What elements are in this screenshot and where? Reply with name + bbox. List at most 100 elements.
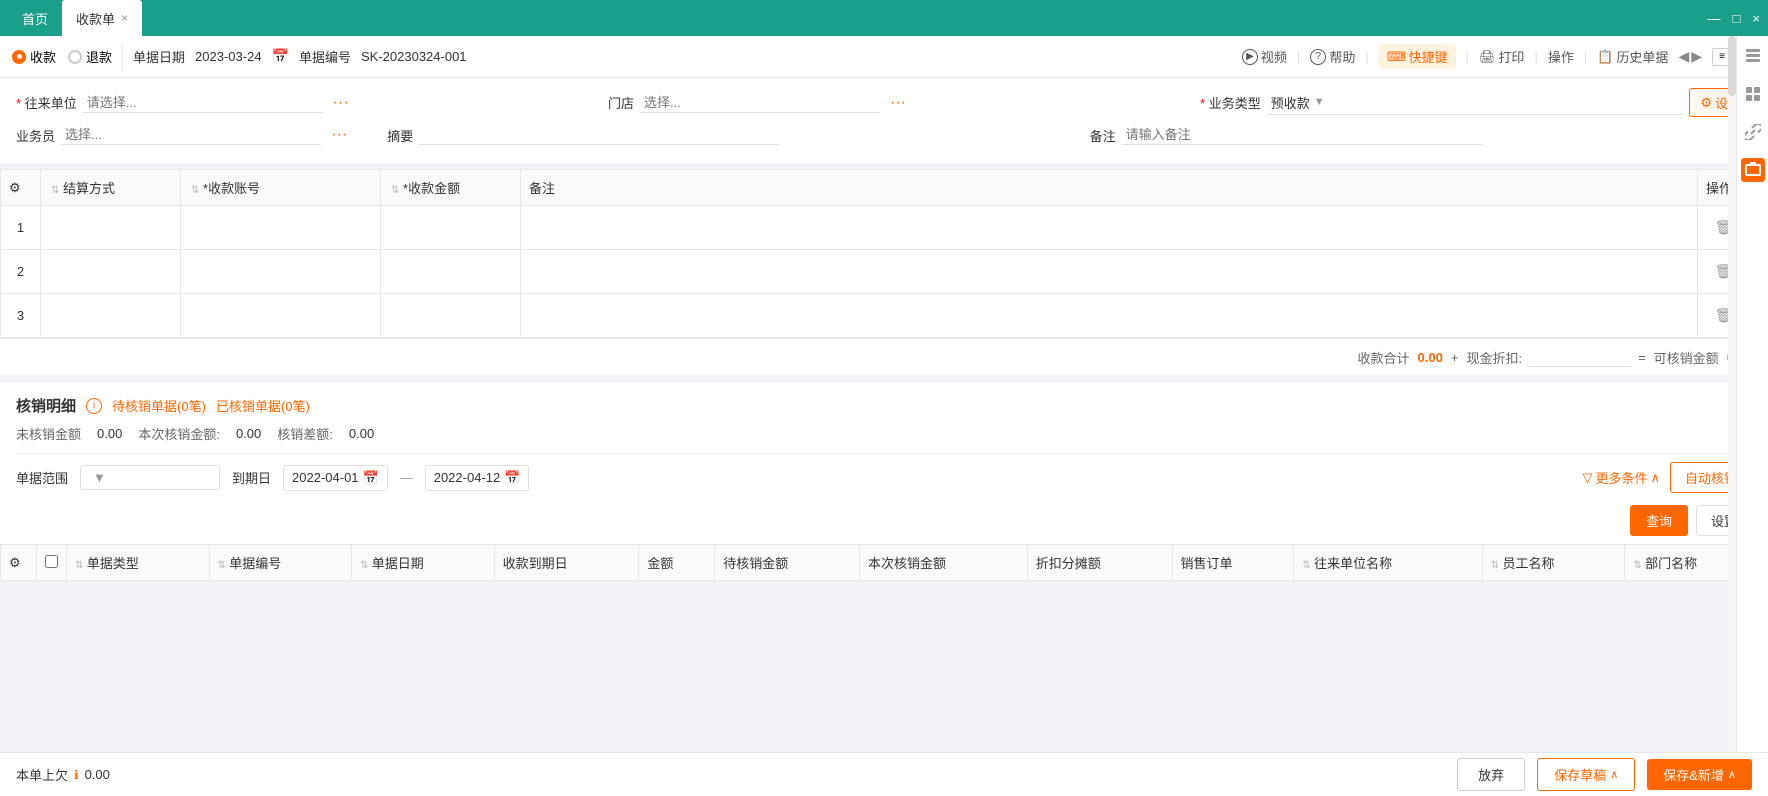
- row-3-payment[interactable]: [41, 294, 181, 338]
- row-3-remark[interactable]: [521, 294, 1698, 338]
- hexiao-done-tab[interactable]: 已核销单据(0笔): [216, 396, 310, 415]
- row-3-account[interactable]: [181, 294, 381, 338]
- row-2-amount[interactable]: [381, 250, 521, 294]
- nav-right-btn[interactable]: ▶: [1691, 48, 1702, 65]
- hexiao-pending-tab[interactable]: 待核销单据(0笔): [112, 396, 206, 415]
- discount-input[interactable]: [1530, 347, 1630, 367]
- row-1-payment[interactable]: [41, 206, 181, 250]
- calendar-icon[interactable]: 📅: [272, 48, 289, 65]
- query-btn[interactable]: 查询: [1630, 505, 1688, 536]
- print-label: 打印: [1498, 47, 1524, 66]
- sidebar-grid-icon[interactable]: [1741, 82, 1765, 106]
- tab-home[interactable]: 首页: [8, 0, 62, 36]
- row-2-remark[interactable]: [521, 250, 1698, 294]
- minimize-btn[interactable]: —: [1708, 11, 1721, 26]
- row-2-account[interactable]: [181, 250, 381, 294]
- print-btn[interactable]: 🖨 打印: [1479, 47, 1525, 66]
- payment-label: 结算方式: [63, 181, 115, 196]
- radio-receive-circle: [12, 50, 26, 64]
- video-btn[interactable]: ▶ 视频: [1242, 47, 1287, 66]
- row-3-amount[interactable]: [381, 294, 521, 338]
- sidebar-screen-icon[interactable]: [1741, 158, 1765, 182]
- toolbar-actions: ▶ 视频 | ? 帮助 | ⌨ 快捷键 | 🖨 打印 | 操作 | 📋 历史单据…: [1242, 44, 1756, 69]
- maximize-btn[interactable]: □: [1733, 11, 1741, 26]
- history-btn[interactable]: 📋 历史单据: [1597, 47, 1668, 66]
- scroll-thumb[interactable]: [1728, 36, 1736, 96]
- range-label: 单据范围: [16, 468, 68, 487]
- scrollbar[interactable]: [1728, 36, 1736, 752]
- toolbar: 收款 退款 单据日期 2023-03-24 📅 单据编号 SK-20230324…: [0, 36, 1768, 78]
- draft-btn[interactable]: 保存草稿 ∧: [1537, 758, 1635, 791]
- hexiao-info-icon[interactable]: i: [86, 398, 102, 414]
- nav-left-btn[interactable]: ◀: [1678, 48, 1689, 65]
- radio-receive[interactable]: 收款: [12, 47, 56, 66]
- history-label: 历史单据: [1616, 47, 1668, 66]
- salesman-field: 业务员 ···: [16, 125, 347, 145]
- sidebar-link-icon[interactable]: [1741, 120, 1765, 144]
- row-2-payment[interactable]: [41, 250, 181, 294]
- num-sort[interactable]: ⇅: [218, 560, 226, 571]
- hexiao-stats: 未核销金额 0.00 本次核销金额: 0.00 核销差额: 0.00: [16, 424, 1752, 443]
- gear-header[interactable]: ⚙: [1, 170, 41, 206]
- current-hexiao-value: 0.00: [236, 426, 261, 441]
- date-from-input[interactable]: 2022-04-01 📅: [283, 465, 388, 491]
- this-total-label: 本单上欠: [16, 765, 68, 784]
- partner-input[interactable]: [83, 93, 323, 113]
- btable-num-label: 单据编号: [229, 556, 281, 571]
- radio-refund[interactable]: 退款: [68, 47, 112, 66]
- help-btn[interactable]: ? 帮助: [1310, 47, 1355, 66]
- tab-active[interactable]: 收款单 ×: [62, 0, 142, 36]
- abandon-btn[interactable]: 放弃: [1457, 758, 1525, 791]
- date-to-input[interactable]: 2022-04-12 📅: [425, 465, 530, 491]
- dept-sort[interactable]: ⇅: [1633, 560, 1641, 571]
- payment-sort[interactable]: ⇅: [51, 185, 59, 196]
- employee-sort[interactable]: ⇅: [1491, 560, 1499, 571]
- num-value: SK-20230324-001: [361, 49, 467, 64]
- more-conditions-btn[interactable]: ▽ 更多条件 ∧: [1582, 468, 1660, 487]
- btable-select-all[interactable]: [45, 555, 58, 568]
- btable-dept-label: 部门名称: [1645, 556, 1697, 571]
- sidebar-table-icon[interactable]: [1741, 44, 1765, 68]
- summary-field: 摘要: [387, 125, 1049, 145]
- btable-pending-header: 待核销金额: [715, 545, 860, 581]
- shop-input[interactable]: [640, 93, 880, 113]
- row-1-amount[interactable]: [381, 206, 521, 250]
- print-icon: 🖨: [1479, 49, 1496, 65]
- save-new-btn[interactable]: 保存&新增 ∧: [1647, 759, 1752, 790]
- btable-due-label: 收款到期日: [503, 556, 568, 571]
- type-sort[interactable]: ⇅: [75, 560, 83, 571]
- btable-gear-header[interactable]: ⚙: [1, 545, 37, 581]
- remark-label: 备注: [1090, 126, 1116, 145]
- date-value: 2023-03-24: [195, 49, 262, 64]
- shortcut-icon: ⌨: [1387, 49, 1406, 65]
- radio-receive-label: 收款: [30, 47, 56, 66]
- account-sort[interactable]: ⇅: [191, 185, 199, 196]
- partner-sort[interactable]: ⇅: [1302, 560, 1310, 571]
- available-label: 可核销金额: [1654, 348, 1719, 367]
- row-1-account[interactable]: [181, 206, 381, 250]
- amount-label: *收款金额: [403, 181, 460, 196]
- partner-ellipsis-btn[interactable]: ···: [333, 94, 349, 112]
- salesman-input[interactable]: [61, 125, 321, 145]
- amount-sort[interactable]: ⇅: [391, 185, 399, 196]
- tab-close-btn[interactable]: ×: [121, 11, 128, 25]
- shop-ellipsis-btn[interactable]: ···: [890, 94, 906, 112]
- nav-arrows: ◀ ▶: [1678, 48, 1702, 65]
- footer-info-icon[interactable]: ℹ: [74, 768, 79, 782]
- close-btn[interactable]: ×: [1752, 11, 1760, 26]
- remark-input[interactable]: [1122, 125, 1482, 145]
- operations-btn[interactable]: 操作: [1548, 47, 1574, 66]
- biz-type-select[interactable]: 预收款 ▼: [1267, 91, 1684, 115]
- row-1-remark[interactable]: [521, 206, 1698, 250]
- shortcut-btn[interactable]: ⌨ 快捷键: [1379, 44, 1456, 69]
- btable-checkbox-header[interactable]: [37, 545, 67, 581]
- shop-label: 门店: [608, 93, 634, 112]
- biz-required: *: [1200, 96, 1205, 111]
- btable-amount-label: 金额: [647, 556, 673, 571]
- salesman-ellipsis-btn[interactable]: ···: [331, 126, 347, 144]
- btable-employee-label: 员工名称: [1503, 556, 1555, 571]
- range-select[interactable]: ▼: [80, 465, 220, 490]
- payment-col-header: ⇅ 结算方式: [41, 170, 181, 206]
- summary-input[interactable]: [419, 125, 779, 145]
- date-sort[interactable]: ⇅: [360, 560, 368, 571]
